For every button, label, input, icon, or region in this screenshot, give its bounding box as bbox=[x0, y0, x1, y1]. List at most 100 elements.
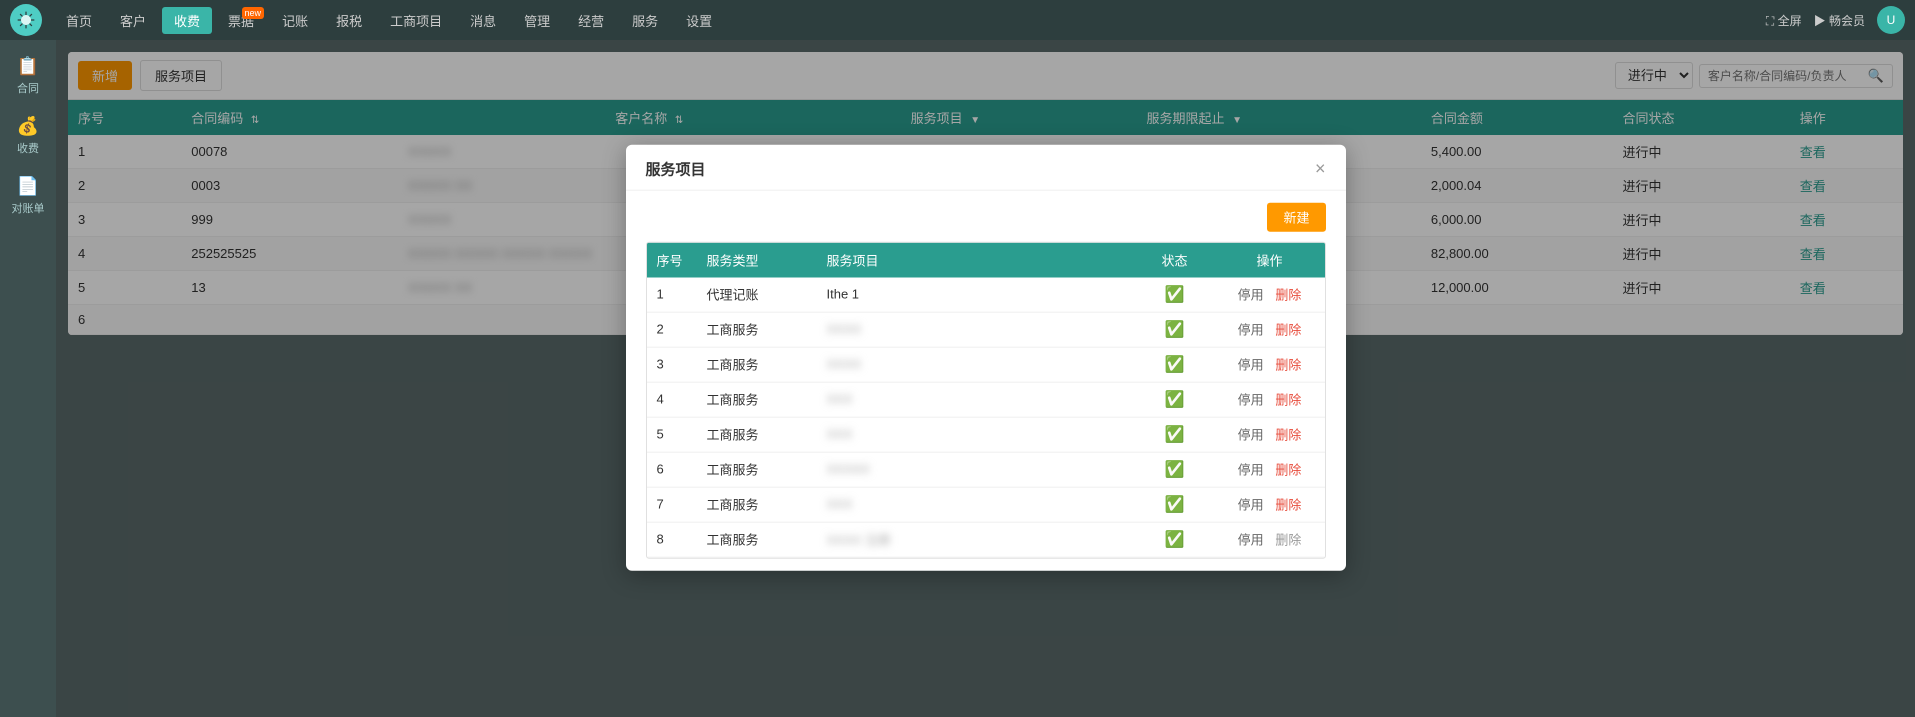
modal-cell-type: 工商服务 bbox=[697, 522, 817, 557]
modal-cell-status: ✅ bbox=[1135, 487, 1215, 522]
modal-close-button[interactable]: × bbox=[1315, 158, 1326, 179]
modal-cell-type: 工商服务 bbox=[697, 417, 817, 452]
modal-cell-no: 5 bbox=[647, 417, 697, 452]
modal-cell-no: 7 bbox=[647, 487, 697, 522]
status-active-icon: ✅ bbox=[1165, 426, 1185, 443]
modal-toolbar: 新建 bbox=[646, 202, 1326, 231]
status-active-icon: ✅ bbox=[1165, 531, 1185, 548]
modal-cell-actions: 停用 删除 bbox=[1215, 522, 1325, 557]
member-btn[interactable]: ▶ 畅会员 bbox=[1814, 12, 1865, 29]
nav-service[interactable]: 服务 bbox=[620, 7, 670, 34]
delete-button[interactable]: 删除 bbox=[1275, 498, 1301, 513]
delete-button[interactable]: 删除 bbox=[1275, 393, 1301, 408]
modal-table-wrap[interactable]: 序号 服务类型 服务项目 状态 操作 1 代理记账 Ithe 1 ✅ 停用 bbox=[646, 241, 1326, 558]
modal-cell-actions: 停用 删除 bbox=[1215, 347, 1325, 382]
modal-cell-type: 代理记账 bbox=[697, 277, 817, 312]
modal-cell-item: XXX bbox=[817, 487, 1135, 522]
modal-body: 新建 序号 服务类型 服务项目 状态 操作 bbox=[626, 190, 1346, 570]
delete-button[interactable]: 删除 bbox=[1275, 288, 1301, 303]
stop-button[interactable]: 停用 bbox=[1238, 498, 1264, 513]
modal-cell-item: XXX bbox=[817, 417, 1135, 452]
list-item: 2 工商服务 XXXX ✅ 停用 删除 bbox=[647, 312, 1325, 347]
list-item: 7 工商服务 XXX ✅ 停用 删除 bbox=[647, 487, 1325, 522]
nav-operation[interactable]: 经营 bbox=[566, 7, 616, 34]
nav-billing[interactable]: 收费 bbox=[162, 7, 212, 34]
status-active-icon: ✅ bbox=[1165, 286, 1185, 303]
stop-button[interactable]: 停用 bbox=[1238, 288, 1264, 303]
modal-cell-actions: 停用 删除 bbox=[1215, 382, 1325, 417]
billing-icon: 💰 bbox=[17, 116, 39, 137]
stop-button[interactable]: 停用 bbox=[1238, 358, 1264, 373]
modal-title: 服务项目 bbox=[646, 158, 706, 179]
modal-cell-status: ✅ bbox=[1135, 277, 1215, 312]
nav-invoice[interactable]: 票据 new bbox=[216, 7, 266, 34]
delete-button[interactable]: 删除 bbox=[1275, 463, 1301, 478]
fullscreen-btn[interactable]: ⛶ 全屏 bbox=[1766, 12, 1802, 29]
modal-cell-item: XXX bbox=[817, 382, 1135, 417]
stop-button[interactable]: 停用 bbox=[1238, 533, 1264, 548]
nav-settings[interactable]: 设置 bbox=[674, 7, 724, 34]
status-active-icon: ✅ bbox=[1165, 356, 1185, 373]
status-active-icon: ✅ bbox=[1165, 321, 1185, 338]
modal-table: 序号 服务类型 服务项目 状态 操作 1 代理记账 Ithe 1 ✅ 停用 bbox=[647, 242, 1325, 557]
stop-button[interactable]: 停用 bbox=[1238, 428, 1264, 443]
modal-cell-no: 4 bbox=[647, 382, 697, 417]
modal-header: 服务项目 × bbox=[626, 144, 1346, 190]
modal-cell-actions: 停用 删除 bbox=[1215, 487, 1325, 522]
app-logo bbox=[10, 4, 42, 36]
stop-button[interactable]: 停用 bbox=[1238, 393, 1264, 408]
modal-cell-actions: 停用 删除 bbox=[1215, 312, 1325, 347]
list-item: 8 工商服务 XXXX 注册 ✅ 停用 删除 bbox=[647, 522, 1325, 557]
service-modal: 服务项目 × 新建 序号 服务类型 服务项目 状态 bbox=[626, 144, 1346, 570]
nav-business[interactable]: 工商项目 bbox=[378, 7, 454, 34]
list-item: 6 工商服务 XXXXX ✅ 停用 删除 bbox=[647, 452, 1325, 487]
delete-button[interactable]: 删除 bbox=[1275, 533, 1301, 548]
modal-cell-item: XXXX bbox=[817, 312, 1135, 347]
reconcile-icon: 📄 bbox=[17, 176, 39, 197]
modal-cell-actions: 停用 删除 bbox=[1215, 417, 1325, 452]
status-active-icon: ✅ bbox=[1165, 496, 1185, 513]
list-item: 3 工商服务 XXXX ✅ 停用 删除 bbox=[647, 347, 1325, 382]
nav-manage[interactable]: 管理 bbox=[512, 7, 562, 34]
list-item: 5 工商服务 XXX ✅ 停用 删除 bbox=[647, 417, 1325, 452]
delete-button[interactable]: 删除 bbox=[1275, 323, 1301, 338]
modal-cell-type: 工商服务 bbox=[697, 312, 817, 347]
modal-col-type: 服务类型 bbox=[697, 242, 817, 277]
status-active-icon: ✅ bbox=[1165, 461, 1185, 478]
delete-button[interactable]: 删除 bbox=[1275, 358, 1301, 373]
modal-cell-no: 3 bbox=[647, 347, 697, 382]
sidebar-label-billing: 收费 bbox=[17, 140, 39, 156]
nav-message[interactable]: 消息 bbox=[458, 7, 508, 34]
modal-cell-item: XXXX bbox=[817, 347, 1135, 382]
modal-cell-item: XXXXX bbox=[817, 452, 1135, 487]
nav-items: 首页 客户 收费 票据 new 记账 报税 工商项目 消息 管理 经营 服务 设… bbox=[54, 7, 1766, 34]
modal-cell-actions: 停用 删除 bbox=[1215, 452, 1325, 487]
stop-button[interactable]: 停用 bbox=[1238, 463, 1264, 478]
contract-icon: 📋 bbox=[17, 56, 39, 77]
nav-home[interactable]: 首页 bbox=[54, 7, 104, 34]
modal-cell-type: 工商服务 bbox=[697, 382, 817, 417]
modal-cell-item: XXXX 注册 bbox=[817, 522, 1135, 557]
delete-button[interactable]: 删除 bbox=[1275, 428, 1301, 443]
modal-cell-status: ✅ bbox=[1135, 452, 1215, 487]
modal-new-button[interactable]: 新建 bbox=[1267, 202, 1325, 231]
nav-customer[interactable]: 客户 bbox=[108, 7, 158, 34]
top-nav: 首页 客户 收费 票据 new 记账 报税 工商项目 消息 管理 经营 服务 设… bbox=[0, 0, 1915, 40]
nav-bookkeeping[interactable]: 记账 bbox=[270, 7, 320, 34]
modal-col-status: 状态 bbox=[1135, 242, 1215, 277]
nav-tax[interactable]: 报税 bbox=[324, 7, 374, 34]
modal-cell-item: Ithe 1 bbox=[817, 277, 1135, 312]
modal-cell-actions: 停用 删除 bbox=[1215, 277, 1325, 312]
main-content: 新增 服务项目 进行中 全部 已结束 🔍 bbox=[56, 40, 1915, 717]
sidebar-item-contract[interactable]: 📋 合同 bbox=[3, 48, 53, 104]
avatar[interactable]: U bbox=[1877, 6, 1905, 34]
sidebar-item-reconcile[interactable]: 📄 对账单 bbox=[3, 168, 53, 224]
stop-button[interactable]: 停用 bbox=[1238, 323, 1264, 338]
modal-cell-type: 工商服务 bbox=[697, 487, 817, 522]
layout: 📋 合同 💰 收费 📄 对账单 新增 服务项目 进行中 全部 已结束 bbox=[0, 40, 1915, 717]
modal-col-action: 操作 bbox=[1215, 242, 1325, 277]
list-item: 1 代理记账 Ithe 1 ✅ 停用 删除 bbox=[647, 277, 1325, 312]
sidebar-item-billing[interactable]: 💰 收费 bbox=[3, 108, 53, 164]
modal-cell-no: 1 bbox=[647, 277, 697, 312]
modal-cell-status: ✅ bbox=[1135, 312, 1215, 347]
